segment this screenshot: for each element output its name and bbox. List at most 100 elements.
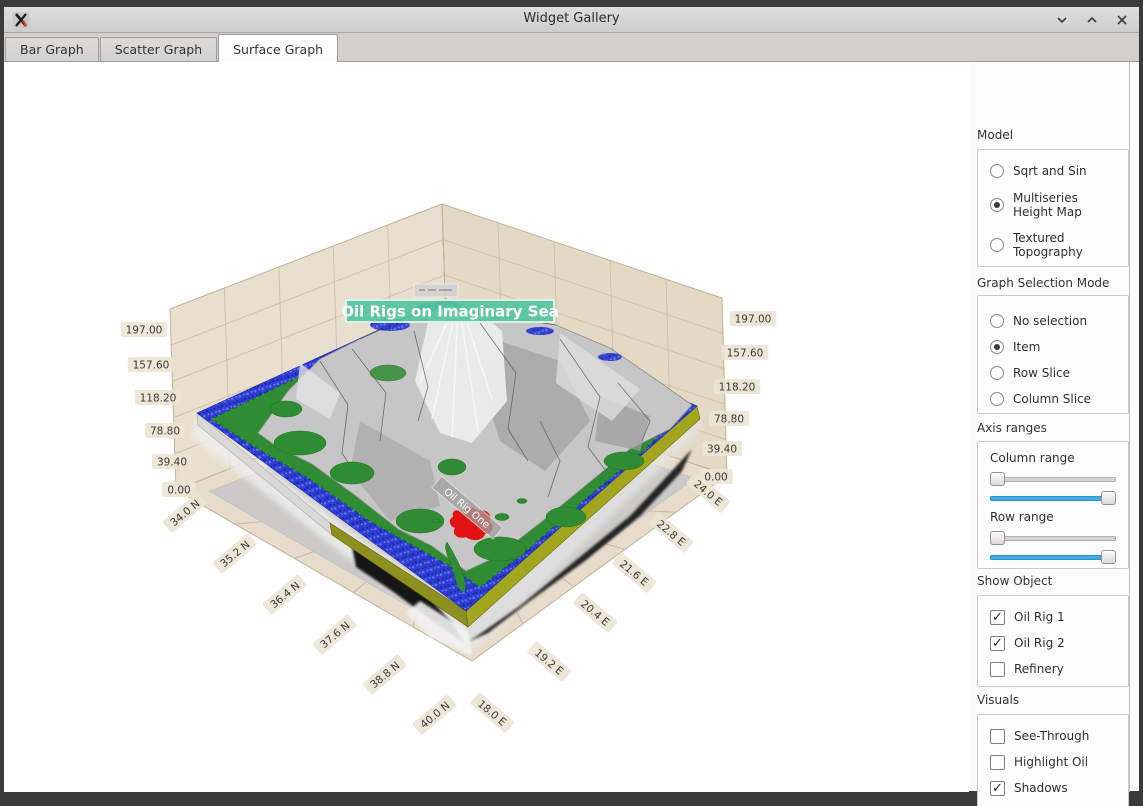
slider-groove[interactable] xyxy=(990,477,1116,482)
radio-icon[interactable] xyxy=(990,392,1004,406)
svg-text:118.20: 118.20 xyxy=(140,393,177,405)
row-range-min-slider[interactable] xyxy=(990,529,1116,548)
tab-bar-graph[interactable]: Bar Graph xyxy=(5,37,99,61)
checkbox-icon[interactable]: ✓ xyxy=(990,755,1005,770)
svg-text:118.20: 118.20 xyxy=(719,382,756,394)
axis-tick-label: 197.00 xyxy=(121,322,167,337)
axis-tick-label: 157.60 xyxy=(722,345,768,360)
svg-text:197.00: 197.00 xyxy=(126,325,163,337)
radio-sqrt-and-sin[interactable]: Sqrt and Sin xyxy=(978,158,1128,184)
axis-tick-label: 34.0 N xyxy=(162,492,207,533)
radio-icon[interactable] xyxy=(990,198,1004,212)
checkbox-oil-rig-1[interactable]: ✓ Oil Rig 1 xyxy=(978,604,1128,630)
control-panel: Model Sqrt and Sin Multiseries Height Ma… xyxy=(973,62,1129,792)
radio-row-slice[interactable]: Row Slice xyxy=(978,360,1128,386)
slider-groove[interactable] xyxy=(990,555,1116,560)
checkbox-icon[interactable]: ✓ xyxy=(990,729,1005,744)
minimize-button[interactable] xyxy=(1055,13,1069,27)
surface-graph-view[interactable]: Oil Rigs on Imaginary Sea Oil Rig One 19… xyxy=(4,62,969,792)
radio-textured-topography[interactable]: Textured Topography xyxy=(978,227,1128,263)
slider-handle[interactable] xyxy=(1101,550,1116,564)
svg-text:39.40: 39.40 xyxy=(157,457,187,469)
svg-text:157.60: 157.60 xyxy=(727,348,764,360)
axis-tick-label: 19.2 E xyxy=(527,641,572,682)
slider-groove[interactable] xyxy=(990,536,1116,541)
radio-no-selection[interactable]: No selection xyxy=(978,308,1128,334)
radio-icon[interactable] xyxy=(990,238,1004,252)
row-range-max-slider[interactable] xyxy=(990,548,1116,567)
checkbox-highlight-oil[interactable]: ✓ Highlight Oil xyxy=(978,749,1128,775)
checkbox-icon[interactable]: ✓ xyxy=(990,636,1005,651)
hidden-item-label xyxy=(414,284,458,297)
checkbox-oil-rig-2[interactable]: ✓ Oil Rig 2 xyxy=(978,630,1128,656)
checkbox-shadows[interactable]: ✓ Shadows xyxy=(978,775,1128,801)
axis-tick-label: 157.60 xyxy=(128,357,174,372)
radio-column-slice[interactable]: Column Slice xyxy=(978,386,1128,412)
radio-icon[interactable] xyxy=(990,366,1004,380)
axis-tick-label: 39.40 xyxy=(152,454,192,469)
slider-handle[interactable] xyxy=(990,472,1005,486)
close-button[interactable] xyxy=(1115,13,1129,27)
axis-tick-label: 118.20 xyxy=(714,379,760,394)
model-section-label: Model xyxy=(977,128,1013,142)
column-range-label: Column range xyxy=(978,451,1128,470)
slider-handle[interactable] xyxy=(990,531,1005,545)
checkbox-icon[interactable]: ✓ xyxy=(990,662,1005,677)
visuals-group: ✓ See-Through ✓ Highlight Oil ✓ Shadows xyxy=(977,714,1129,806)
visuals-section-label: Visuals xyxy=(977,693,1019,707)
axis-tick-label: 39.40 xyxy=(702,441,742,456)
show-object-group: ✓ Oil Rig 1 ✓ Oil Rig 2 ✓ Refinery xyxy=(977,595,1129,687)
model-group: Sqrt and Sin Multiseries Height Map Text… xyxy=(977,149,1129,267)
radio-icon[interactable] xyxy=(990,314,1004,328)
panel-divider xyxy=(1129,62,1130,792)
checkbox-see-through[interactable]: ✓ See-Through xyxy=(978,723,1128,749)
application-window: Widget Gallery Bar Graph Scatter Graph S… xyxy=(0,0,1143,806)
checkbox-refinery[interactable]: ✓ Refinery xyxy=(978,656,1128,682)
svg-text:0.00: 0.00 xyxy=(704,472,727,484)
radio-icon[interactable] xyxy=(990,164,1004,178)
axis-ranges-group: Column range Row range xyxy=(977,441,1129,569)
axis-tick-label: 78.80 xyxy=(145,423,185,438)
tab-pane: Oil Rigs on Imaginary Sea Oil Rig One 19… xyxy=(4,61,1139,791)
tab-scatter-graph[interactable]: Scatter Graph xyxy=(100,37,217,61)
axis-tick-label: 36.4 N xyxy=(262,574,307,615)
title-bar[interactable]: Widget Gallery xyxy=(4,7,1139,33)
axis-tick-label: 35.2 N xyxy=(212,533,257,574)
axis-tick-label: 197.00 xyxy=(730,311,776,326)
tab-surface-graph[interactable]: Surface Graph xyxy=(218,34,338,62)
svg-text:39.40: 39.40 xyxy=(707,444,737,456)
window-title: Widget Gallery xyxy=(4,11,1139,26)
column-range-min-slider[interactable] xyxy=(990,470,1116,489)
row-range-label: Row range xyxy=(978,510,1128,529)
axis-tick-label: 38.8 N xyxy=(362,654,407,695)
axis-tick-label: 21.6 E xyxy=(612,552,657,593)
selection-mode-group: No selection Item Row Slice Column Slice xyxy=(977,295,1129,414)
svg-text:157.60: 157.60 xyxy=(133,360,170,372)
radio-multiseries-height-map[interactable]: Multiseries Height Map xyxy=(978,187,1128,223)
axis-tick-label: 0.00 xyxy=(162,482,196,497)
column-range-max-slider[interactable] xyxy=(990,489,1116,508)
checkbox-icon[interactable]: ✓ xyxy=(990,781,1005,796)
selection-mode-section-label: Graph Selection Mode xyxy=(977,276,1109,290)
axis-tick-label: 118.20 xyxy=(135,390,181,405)
slider-groove[interactable] xyxy=(990,496,1116,501)
show-object-section-label: Show Object xyxy=(977,574,1052,588)
axis-ranges-section-label: Axis ranges xyxy=(977,421,1047,435)
svg-text:197.00: 197.00 xyxy=(735,314,772,326)
svg-text:Oil Rigs on Imaginary Sea: Oil Rigs on Imaginary Sea xyxy=(341,303,559,321)
radio-icon[interactable] xyxy=(990,340,1004,354)
svg-text:0.00: 0.00 xyxy=(167,485,190,497)
maximize-button[interactable] xyxy=(1085,13,1099,27)
svg-text:78.80: 78.80 xyxy=(714,414,744,426)
axis-tick-label: 18.0 E xyxy=(470,692,515,733)
axis-tick-label: 22.8 E xyxy=(649,512,694,553)
axis-tick-label: 37.6 N xyxy=(312,614,357,655)
radio-item[interactable]: Item xyxy=(978,334,1128,360)
chart-title: Oil Rigs on Imaginary Sea xyxy=(341,300,559,322)
checkbox-icon[interactable]: ✓ xyxy=(990,610,1005,625)
axis-tick-label: 40.0 N xyxy=(412,694,457,735)
axis-tick-label: 20.4 E xyxy=(573,592,618,633)
svg-text:78.80: 78.80 xyxy=(150,426,180,438)
tab-bar: Bar Graph Scatter Graph Surface Graph xyxy=(4,33,1139,61)
slider-handle[interactable] xyxy=(1101,491,1116,505)
